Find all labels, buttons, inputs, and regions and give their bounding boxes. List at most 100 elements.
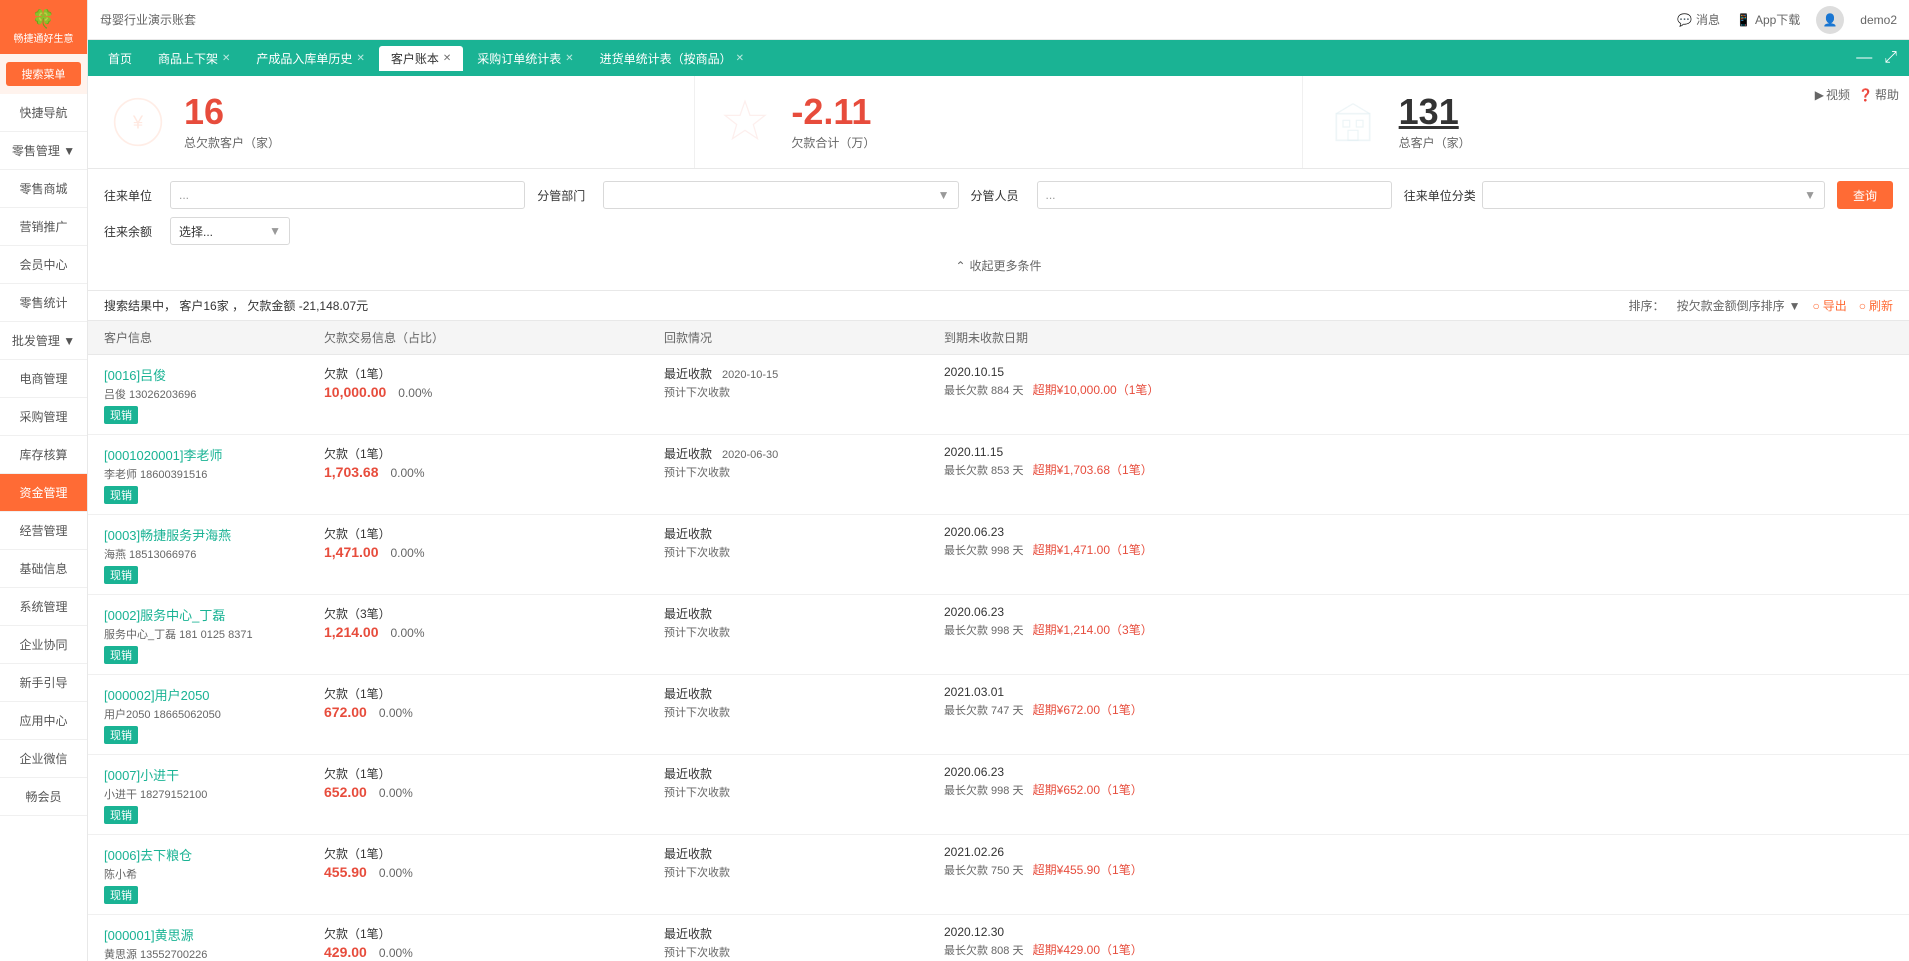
customer-name-3[interactable]: [0002]服务中心_丁磊 — [104, 605, 292, 624]
sidebar-item-finance[interactable]: 资金管理 — [0, 474, 87, 512]
sidebar-item-inventory[interactable]: 库存核算 — [0, 436, 87, 474]
tab-import-stats[interactable]: 进货单统计表（按商品） ✕ — [588, 46, 756, 71]
customer-name-4[interactable]: [000002]用户2050 — [104, 685, 292, 704]
sidebar-item-marketing[interactable]: 营销推广 — [0, 208, 87, 246]
tab-purchase-stats[interactable]: 采购订单统计表 ✕ — [465, 46, 585, 71]
tab-maximize-icon[interactable]: ⤢ — [1880, 47, 1901, 69]
tab-product-status-close[interactable]: ✕ — [222, 53, 230, 64]
unit-category-select[interactable]: ▼ — [1482, 181, 1825, 209]
help-btn[interactable]: ❓ 帮助 — [1858, 86, 1899, 103]
debt-amount-4: 672.00 — [324, 704, 367, 720]
tab-home[interactable]: 首页 — [96, 46, 144, 71]
tab-customer-account[interactable]: 客户账本 ✕ — [379, 46, 463, 71]
sidebar-item-purchase-mgmt[interactable]: 采购管理 — [0, 398, 87, 436]
sidebar-item-system[interactable]: 系统管理 — [0, 588, 87, 626]
customer-name-6[interactable]: [0006]去下粮仓 — [104, 845, 292, 864]
customer-name-2[interactable]: [0003]畅捷服务尹海燕 — [104, 525, 292, 544]
company-name: 母婴行业演示账套 — [100, 11, 196, 28]
sidebar-item-retail-mgmt[interactable]: 零售管理 ▼ — [0, 132, 87, 170]
tab-purchase-stats-close[interactable]: ✕ — [565, 53, 573, 64]
balance-arrow-icon: ▼ — [269, 224, 281, 238]
overdue-amount-6[interactable]: 超期¥455.90（1笔） — [1033, 863, 1143, 877]
collapse-button[interactable]: ⌃ 收起更多条件 — [104, 253, 1893, 278]
source-unit-label: 往来单位 — [104, 187, 164, 204]
sidebar-item-app-center[interactable]: 应用中心 — [0, 702, 87, 740]
overdue-amount-3[interactable]: 超期¥1,214.00（3笔） — [1033, 623, 1153, 637]
tab-product-history[interactable]: 产成品入库单历史 ✕ — [244, 46, 376, 71]
customer-badge-0: 现销 — [104, 406, 138, 424]
sidebar: 🍀 畅捷通好生意 搜索菜单 快捷导航 零售管理 ▼ 零售商城 营销推广 会员中心… — [0, 0, 88, 961]
avatar[interactable]: 👤 — [1816, 6, 1844, 34]
app-logo: 🍀 畅捷通好生意 — [0, 0, 87, 54]
sidebar-item-enterprise[interactable]: 企业协同 — [0, 626, 87, 664]
sidebar-item-ecommerce[interactable]: 电商管理 — [0, 360, 87, 398]
sidebar-item-operation[interactable]: 经营管理 — [0, 512, 87, 550]
sort-selector[interactable]: 按欠款金额倒序排序 ▼ — [1677, 297, 1801, 314]
col-due-date: 到期未收款日期 — [928, 321, 1909, 355]
next-pay-3: 预计下次收款 — [664, 624, 912, 640]
source-unit-input[interactable]: ... — [170, 181, 525, 209]
video-btn[interactable]: ▶ 视频 — [1815, 86, 1850, 103]
latest-date-1: 2020-06-30 — [722, 449, 778, 461]
overdue-amount-7[interactable]: 超期¥429.00（1笔） — [1033, 943, 1143, 957]
app-download-btn[interactable]: 📱 App下载 — [1736, 11, 1800, 28]
overdue-date-4: 2021.03.01 — [944, 685, 1893, 699]
overdue-amount-1[interactable]: 超期¥1,703.68（1笔） — [1033, 463, 1153, 477]
collapse-chevron-icon: ⌃ — [955, 259, 965, 273]
table-row: [0006]去下粮仓 陈小希 现销 欠款（1笔） 455.90 0.00% 最近… — [88, 835, 1909, 915]
sidebar-item-retail-stats[interactable]: 零售统计 — [0, 284, 87, 322]
export-button[interactable]: ○ 导出 — [1812, 297, 1846, 314]
help-icon: ❓ — [1858, 88, 1873, 102]
customer-info-cell-3: [0002]服务中心_丁磊 服务中心_丁磊 181 0125 8371 现销 — [88, 595, 308, 675]
customer-info-cell-4: [000002]用户2050 用户2050 18665062050 现销 — [88, 675, 308, 755]
sidebar-item-quick-nav[interactable]: 快捷导航 — [0, 94, 87, 132]
next-pay-7: 预计下次收款 — [664, 944, 912, 960]
owed-total-label: ， — [232, 299, 244, 313]
overdue-amount-0[interactable]: 超期¥10,000.00（1笔） — [1033, 383, 1160, 397]
sidebar-item-batch-mgmt[interactable]: 批发管理 ▼ — [0, 322, 87, 360]
total-customers-info: 131 总客户（家） — [1399, 94, 1471, 151]
unit-category-arrow-icon: ▼ — [1804, 188, 1816, 202]
customer-name-0[interactable]: [0016]吕俊 — [104, 365, 292, 384]
tab-product-history-close[interactable]: ✕ — [356, 53, 364, 64]
customer-name-1[interactable]: [0001020001]李老师 — [104, 445, 292, 464]
customer-name-7[interactable]: [000001]黄思源 — [104, 925, 292, 944]
search-button[interactable]: 查询 — [1837, 181, 1893, 209]
message-btn[interactable]: 💬 消息 — [1677, 11, 1720, 28]
dept-select[interactable]: ▼ — [603, 181, 958, 209]
search-menu-area[interactable]: 搜索菜单 — [0, 54, 87, 94]
table-row: [0007]小进干 小进干 18279152100 现销 欠款（1笔） 652.… — [88, 755, 1909, 835]
overdue-amount-4[interactable]: 超期¥672.00（1笔） — [1033, 703, 1143, 717]
sidebar-item-member-center[interactable]: 会员中心 — [0, 246, 87, 284]
sidebar-item-member[interactable]: 畅会员 — [0, 778, 87, 816]
customer-info-cell-6: [0006]去下粮仓 陈小希 现销 — [88, 835, 308, 915]
balance-select[interactable]: 选择... ▼ — [170, 217, 290, 245]
debt-count-0: 欠款（1笔） — [324, 365, 632, 382]
sidebar-item-new-guide[interactable]: 新手引导 — [0, 664, 87, 702]
tab-product-status[interactable]: 商品上下架 ✕ — [146, 46, 242, 71]
username: demo2 — [1860, 13, 1897, 27]
tab-customer-account-close[interactable]: ✕ — [443, 53, 451, 64]
search-count: 客户16家 — [179, 299, 228, 313]
customer-name-5[interactable]: [0007]小进干 — [104, 765, 292, 784]
sidebar-item-basic-info[interactable]: 基础信息 — [0, 550, 87, 588]
sidebar-item-wechat[interactable]: 企业微信 — [0, 740, 87, 778]
search-prefix: 搜索结果中， — [104, 299, 176, 313]
sidebar-item-retail-mall[interactable]: 零售商城 — [0, 170, 87, 208]
latest-pay-0: 最近收款 2020-10-15 — [664, 365, 912, 382]
summary-card-actions: ▶ 视频 ❓ 帮助 — [1815, 86, 1899, 103]
debt-row-2: 1,471.00 0.00% — [324, 542, 632, 560]
refresh-button[interactable]: ○ 刷新 — [1859, 297, 1893, 314]
next-pay-1: 预计下次收款 — [664, 464, 912, 480]
manager-input[interactable]: ... — [1037, 181, 1392, 209]
tab-minimize-icon[interactable]: — — [1852, 47, 1876, 69]
debt-percent-5: 0.00% — [379, 786, 413, 800]
tabs-actions: — ⤢ — [1852, 47, 1901, 69]
overdue-amount-2[interactable]: 超期¥1,471.00（1笔） — [1033, 543, 1153, 557]
manager-dots: ... — [1046, 188, 1056, 202]
overdue-date-5: 2020.06.23 — [944, 765, 1893, 779]
tab-import-stats-close[interactable]: ✕ — [736, 53, 744, 64]
search-menu-button[interactable]: 搜索菜单 — [6, 62, 81, 86]
payment-cell-4: 最近收款 预计下次收款 — [648, 675, 928, 755]
overdue-amount-5[interactable]: 超期¥652.00（1笔） — [1033, 783, 1143, 797]
